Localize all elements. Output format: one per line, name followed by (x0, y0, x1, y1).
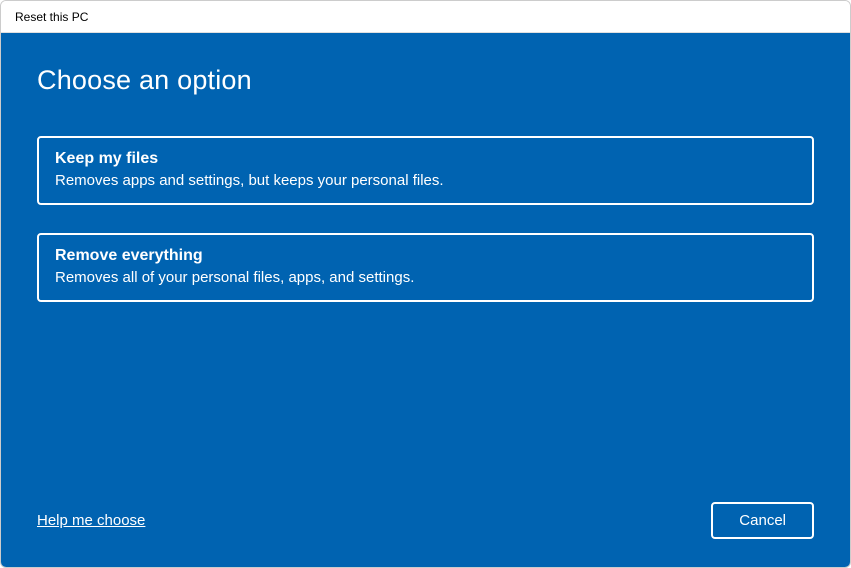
reset-pc-window: Reset this PC Choose an option Keep my f… (0, 0, 851, 568)
option-description: Removes all of your personal files, apps… (55, 269, 796, 286)
content-area: Choose an option Keep my files Removes a… (1, 33, 850, 567)
option-keep-my-files[interactable]: Keep my files Removes apps and settings,… (37, 136, 814, 205)
option-title: Keep my files (55, 150, 796, 168)
option-title: Remove everything (55, 247, 796, 265)
option-remove-everything[interactable]: Remove everything Removes all of your pe… (37, 233, 814, 302)
option-description: Removes apps and settings, but keeps you… (55, 172, 796, 189)
help-me-choose-link[interactable]: Help me choose (37, 512, 145, 529)
window-title: Reset this PC (15, 10, 88, 24)
window-titlebar: Reset this PC (1, 1, 850, 33)
page-heading: Choose an option (37, 65, 814, 96)
options-list: Keep my files Removes apps and settings,… (37, 136, 814, 302)
cancel-button[interactable]: Cancel (711, 502, 814, 539)
footer: Help me choose Cancel (37, 502, 814, 539)
